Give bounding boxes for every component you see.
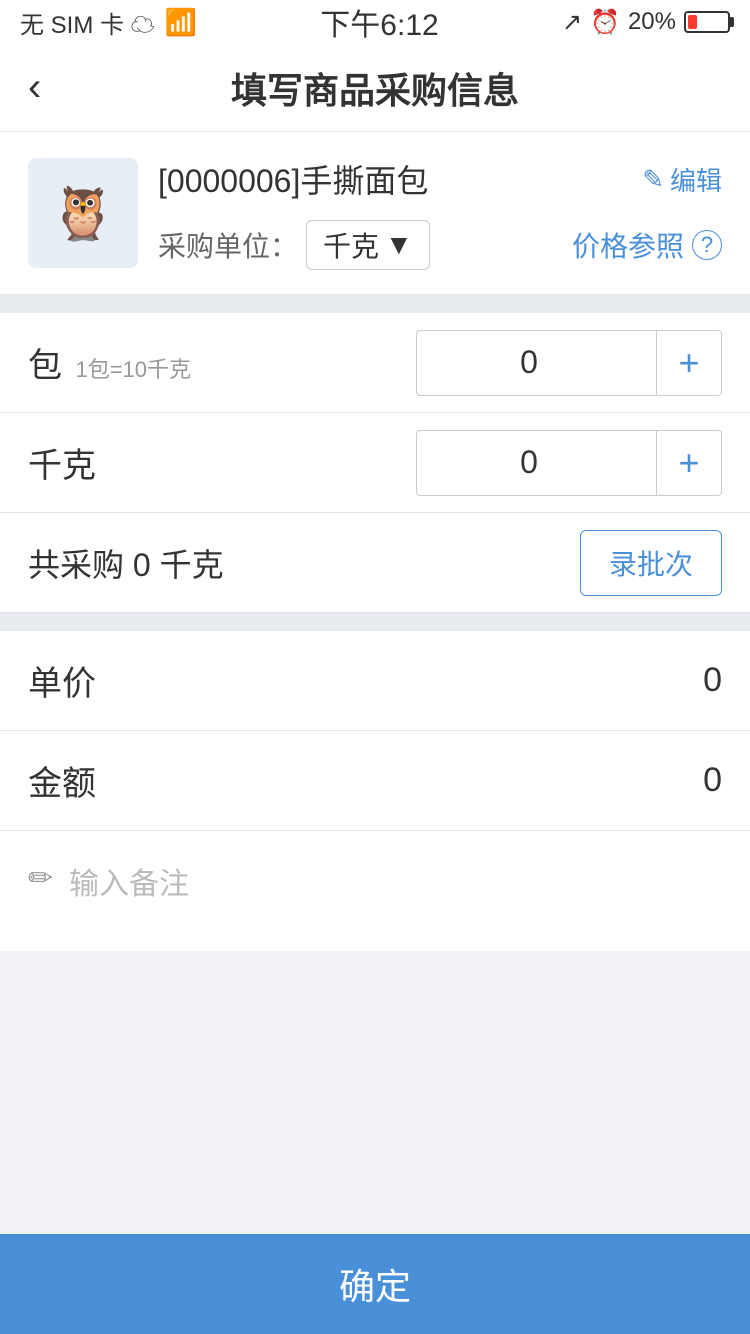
dropdown-chevron-icon: ▼ xyxy=(385,229,413,261)
kg-input-control: + xyxy=(188,430,722,496)
batch-button[interactable]: 录批次 xyxy=(580,530,722,596)
unit-dropdown[interactable]: 千克 ▼ xyxy=(306,220,430,270)
amount-row: 金额 0 xyxy=(0,731,750,831)
unit-price-label: 单价 xyxy=(28,656,96,705)
bag-label-group: 包 1包=10千克 xyxy=(28,338,191,387)
kg-label: 千克 xyxy=(28,438,188,487)
sim-label: 无 SIM 卡 ☁ xyxy=(20,5,155,40)
brand-icon: 🦉 xyxy=(51,183,116,244)
battery-percent: 20% xyxy=(628,8,676,36)
price-ref-help-icon: ? xyxy=(692,230,722,260)
back-button[interactable]: ‹ xyxy=(28,65,41,110)
bottom-spacer xyxy=(0,951,750,1281)
amount-value: 0 xyxy=(703,761,722,800)
bag-plus-button[interactable]: + xyxy=(656,330,722,396)
status-bar: 无 SIM 卡 ☁ 📶 下午6:12 ↗ ⏰ 20% xyxy=(0,0,750,44)
section-divider-1 xyxy=(0,295,750,313)
product-info: [0000006]手撕面包 ✎ 编辑 采购单位： 千克 ▼ 价格参照 ? xyxy=(158,156,722,270)
wifi-icon: 📶 xyxy=(165,7,197,38)
unit-label: 采购单位： xyxy=(158,225,298,265)
unit-price-value: 0 xyxy=(703,661,722,700)
page-title: 填写商品采购信息 xyxy=(231,62,519,114)
bag-sub-label: 1包=10千克 xyxy=(75,357,191,382)
price-section: 单价 0 金额 0 xyxy=(0,631,750,831)
bag-label: 包 xyxy=(28,347,62,385)
amount-label: 金额 xyxy=(28,756,96,805)
note-placeholder: 输入备注 xyxy=(69,859,189,903)
bag-input-control: + xyxy=(191,330,722,396)
summary-row: 共采购 0 千克 录批次 xyxy=(0,513,750,613)
unit-value: 千克 xyxy=(323,225,379,265)
product-unit-row: 采购单位： 千克 ▼ 价格参照 ? xyxy=(158,220,722,270)
status-left: 无 SIM 卡 ☁ 📶 xyxy=(20,5,197,40)
edit-label: 编辑 xyxy=(670,161,722,198)
bag-input-row: 包 1包=10千克 + xyxy=(0,313,750,413)
confirm-button[interactable]: 确定 xyxy=(0,1234,750,1334)
summary-text: 共采购 0 千克 xyxy=(28,540,224,586)
location-icon: ↗ xyxy=(562,8,582,37)
alarm-icon: ⏰ xyxy=(590,8,620,37)
unit-price-row: 单价 0 xyxy=(0,631,750,731)
price-ref-button[interactable]: 价格参照 ? xyxy=(572,225,722,265)
pencil-icon: ✏ xyxy=(28,861,53,896)
kg-quantity-input[interactable] xyxy=(416,430,656,496)
note-section[interactable]: ✏ 输入备注 xyxy=(0,831,750,951)
status-right: ↗ ⏰ 20% xyxy=(562,8,730,37)
kg-plus-button[interactable]: + xyxy=(656,430,722,496)
section-divider-2 xyxy=(0,613,750,631)
edit-button[interactable]: ✎ 编辑 xyxy=(642,161,722,198)
battery-icon xyxy=(684,11,730,33)
kg-input-row: 千克 + xyxy=(0,413,750,513)
product-name-row: [0000006]手撕面包 ✎ 编辑 xyxy=(158,156,722,202)
product-card: 🦉 [0000006]手撕面包 ✎ 编辑 采购单位： 千克 ▼ 价格参照 ? xyxy=(0,132,750,295)
product-logo: 🦉 xyxy=(28,158,138,268)
nav-bar: ‹ 填写商品采购信息 xyxy=(0,44,750,132)
edit-icon: ✎ xyxy=(642,164,664,195)
product-name: [0000006]手撕面包 xyxy=(158,156,428,202)
time-display: 下午6:12 xyxy=(320,0,438,44)
input-section: 包 1包=10千克 + 千克 + xyxy=(0,313,750,513)
bag-quantity-input[interactable] xyxy=(416,330,656,396)
price-ref-label: 价格参照 xyxy=(572,225,684,265)
